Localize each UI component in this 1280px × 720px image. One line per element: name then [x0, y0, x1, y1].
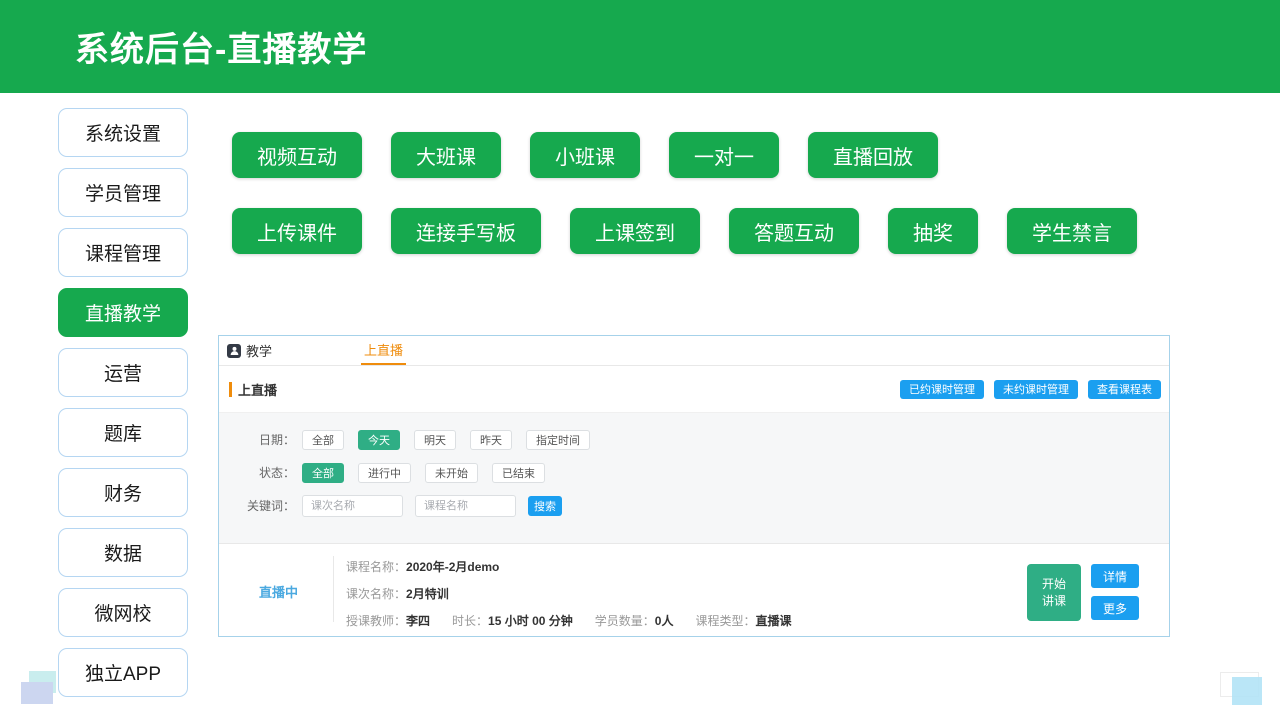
keyword-filter-label: 关键词：	[239, 497, 295, 514]
section-title: 上直播	[229, 380, 277, 399]
course-details: 课程名称： 2020年-2月demo 课次名称： 2月特训 授课教师： 李四	[346, 553, 813, 634]
sidebar-item-data[interactable]: 数据	[58, 528, 188, 577]
feature-button-one-on-one[interactable]: 一对一	[669, 132, 779, 178]
course-name-input[interactable]	[415, 495, 516, 517]
decor-square-bottom-right-cyan	[1232, 677, 1262, 705]
feature-button-large-class[interactable]: 大班课	[391, 132, 501, 178]
date-chip-custom-time[interactable]: 指定时间	[526, 430, 590, 450]
date-chip-yesterday[interactable]: 昨天	[470, 430, 512, 450]
console-tabbar: 教学 上直播	[219, 336, 1169, 366]
view-timetable-button[interactable]: 查看课程表	[1088, 380, 1161, 399]
feature-button-lottery[interactable]: 抽奖	[888, 208, 978, 254]
section-header: 上直播 已约课时管理 未约课时管理 查看课程表	[219, 366, 1169, 413]
feature-button-quiz-interaction[interactable]: 答题互动	[729, 208, 859, 254]
status-chip-ended[interactable]: 已结束	[492, 463, 545, 483]
detail-button[interactable]: 详情	[1091, 564, 1139, 588]
feature-row-2: 上传课件 连接手写板 上课签到 答题互动 抽奖 学生禁言	[232, 208, 1137, 254]
start-teaching-button[interactable]: 开始 讲课	[1027, 564, 1081, 621]
status-chip-all[interactable]: 全部	[302, 463, 344, 483]
section-actions: 已约课时管理 未约课时管理 查看课程表	[900, 380, 1161, 399]
feature-button-student-mute[interactable]: 学生禁言	[1007, 208, 1137, 254]
date-chip-today[interactable]: 今天	[358, 430, 400, 450]
keyword-filter-row: 关键词： 搜索	[239, 489, 1169, 522]
page-title: 系统后台-直播教学	[75, 22, 367, 71]
date-filter-row: 日期： 全部 今天 明天 昨天 指定时间	[239, 423, 1169, 456]
status-chip-not-started[interactable]: 未开始	[425, 463, 478, 483]
filter-area: 日期： 全部 今天 明天 昨天 指定时间 状态： 全部 进行中 未开始 已结束 …	[219, 413, 1169, 544]
sidebar-item-finance[interactable]: 财务	[58, 468, 188, 517]
sidebar-item-system-settings[interactable]: 系统设置	[58, 108, 188, 157]
row-divider	[333, 556, 334, 622]
feature-button-class-signin[interactable]: 上课签到	[570, 208, 700, 254]
course-name-line: 课程名称： 2020年-2月demo	[346, 553, 813, 580]
decor-square-bottom-left-lavender	[21, 682, 53, 704]
live-console-panel: 教学 上直播 上直播 已约课时管理 未约课时管理 查看课程表 日期： 全部 今天	[218, 335, 1170, 637]
unbooked-lessons-button[interactable]: 未约课时管理	[994, 380, 1078, 399]
sidebar-item-course-management[interactable]: 课程管理	[58, 228, 188, 277]
feature-row-1: 视频互动 大班课 小班课 一对一 直播回放	[232, 132, 1137, 178]
status-chip-ongoing[interactable]: 进行中	[358, 463, 411, 483]
sidebar-item-operations[interactable]: 运营	[58, 348, 188, 397]
sidebar-item-student-management[interactable]: 学员管理	[58, 168, 188, 217]
search-button[interactable]: 搜索	[528, 496, 562, 516]
live-status-badge: 直播中	[259, 582, 298, 601]
status-filter-row: 状态： 全部 进行中 未开始 已结束	[239, 456, 1169, 489]
session-name-input[interactable]	[302, 495, 403, 517]
feature-button-video-interaction[interactable]: 视频互动	[232, 132, 362, 178]
teaching-icon	[227, 344, 241, 358]
sidebar: 系统设置 学员管理 课程管理 直播教学 运营 题库 财务 数据 微网校 独立AP…	[58, 108, 188, 697]
booked-lessons-button[interactable]: 已约课时管理	[900, 380, 984, 399]
sidebar-item-standalone-app[interactable]: 独立APP	[58, 648, 188, 697]
feature-button-live-replay[interactable]: 直播回放	[808, 132, 938, 178]
date-chip-all[interactable]: 全部	[302, 430, 344, 450]
feature-buttons: 视频互动 大班课 小班课 一对一 直播回放 上传课件 连接手写板 上课签到 答题…	[232, 132, 1137, 254]
feature-button-upload-courseware[interactable]: 上传课件	[232, 208, 362, 254]
date-filter-label: 日期：	[239, 431, 295, 448]
sidebar-item-question-bank[interactable]: 题库	[58, 408, 188, 457]
teaching-app-tab[interactable]: 教学	[227, 341, 272, 360]
sidebar-item-micro-school[interactable]: 微网校	[58, 588, 188, 637]
row-action-column: 详情 更多	[1091, 564, 1139, 620]
feature-button-small-class[interactable]: 小班课	[530, 132, 640, 178]
accent-bar	[229, 382, 232, 397]
date-chip-tomorrow[interactable]: 明天	[414, 430, 456, 450]
teaching-app-label: 教学	[246, 341, 272, 360]
page: 系统后台-直播教学 系统设置 学员管理 课程管理 直播教学 运营 题库 财务 数…	[0, 0, 1280, 720]
course-list-row: 直播中 课程名称： 2020年-2月demo 课次名称： 2月特训	[219, 544, 1169, 634]
course-meta-line: 授课教师： 李四 时长： 15 小时 00 分钟 学员数量： 0人 课程类型： …	[346, 607, 813, 634]
sidebar-item-live-teaching[interactable]: 直播教学	[58, 288, 188, 337]
session-name-line: 课次名称： 2月特训	[346, 580, 813, 607]
page-header: 系统后台-直播教学	[0, 0, 1280, 93]
tab-go-live[interactable]: 上直播	[361, 336, 406, 365]
status-filter-label: 状态：	[239, 464, 295, 481]
more-button[interactable]: 更多	[1091, 596, 1139, 620]
feature-button-connect-writing-tablet[interactable]: 连接手写板	[391, 208, 541, 254]
